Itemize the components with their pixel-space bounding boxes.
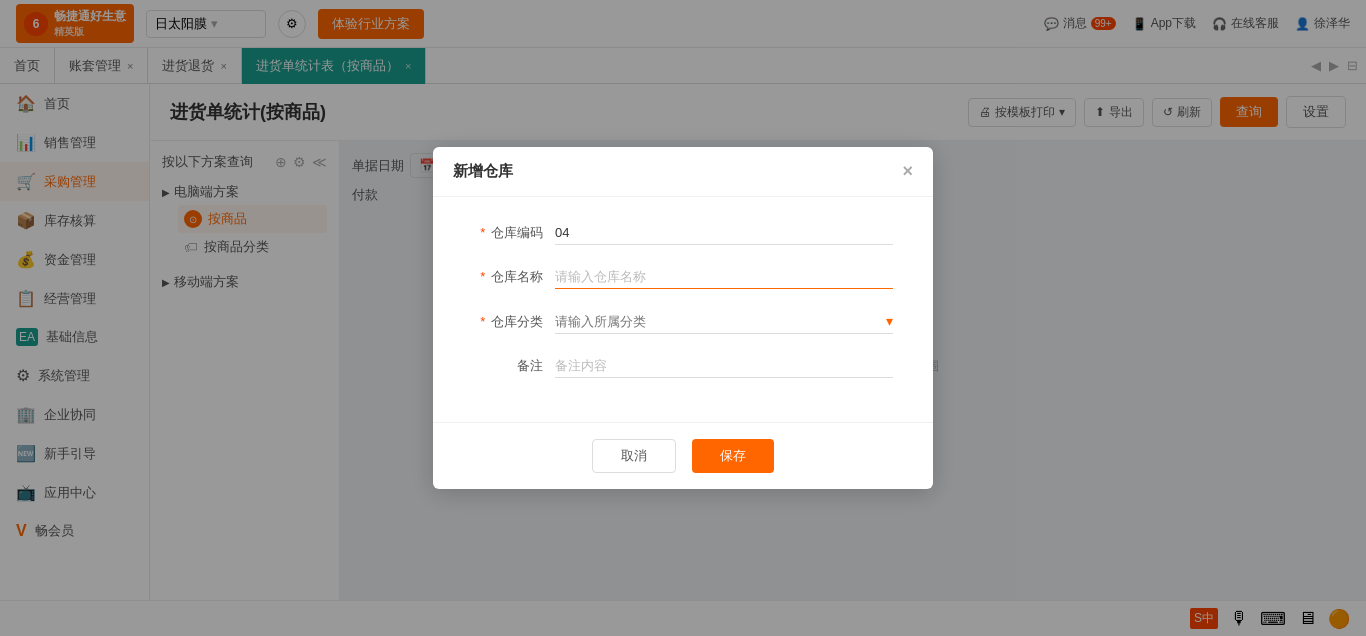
category-label: * 仓库分类 bbox=[473, 313, 543, 331]
dialog-close-btn[interactable]: × bbox=[902, 161, 913, 182]
category-arrow: ▾ bbox=[886, 313, 893, 329]
code-required: * bbox=[480, 225, 485, 240]
remark-input[interactable] bbox=[555, 354, 893, 378]
name-label: * 仓库名称 bbox=[473, 268, 543, 286]
form-row-remark: 备注 bbox=[473, 354, 893, 378]
code-input[interactable] bbox=[555, 221, 893, 245]
dialog-header: 新增仓库 × bbox=[433, 147, 933, 197]
modal-overlay[interactable]: 新增仓库 × * 仓库编码 * 仓库名称 bbox=[0, 0, 1366, 636]
name-required: * bbox=[480, 269, 485, 284]
form-row-category: * 仓库分类 ▾ bbox=[473, 309, 893, 334]
dialog-footer: 取消 保存 bbox=[433, 422, 933, 489]
form-row-code: * 仓库编码 bbox=[473, 221, 893, 245]
category-input[interactable] bbox=[555, 314, 886, 329]
category-select[interactable]: ▾ bbox=[555, 309, 893, 334]
remark-label: 备注 bbox=[473, 357, 543, 375]
name-input[interactable] bbox=[555, 265, 893, 289]
dialog-title: 新增仓库 bbox=[453, 162, 513, 181]
save-button[interactable]: 保存 bbox=[692, 439, 774, 473]
form-row-name: * 仓库名称 bbox=[473, 265, 893, 289]
dialog-body: * 仓库编码 * 仓库名称 * 仓库分类 bbox=[433, 197, 933, 422]
code-label: * 仓库编码 bbox=[473, 224, 543, 242]
dialog-new-warehouse: 新增仓库 × * 仓库编码 * 仓库名称 bbox=[433, 147, 933, 489]
cancel-button[interactable]: 取消 bbox=[592, 439, 676, 473]
category-required: * bbox=[480, 314, 485, 329]
